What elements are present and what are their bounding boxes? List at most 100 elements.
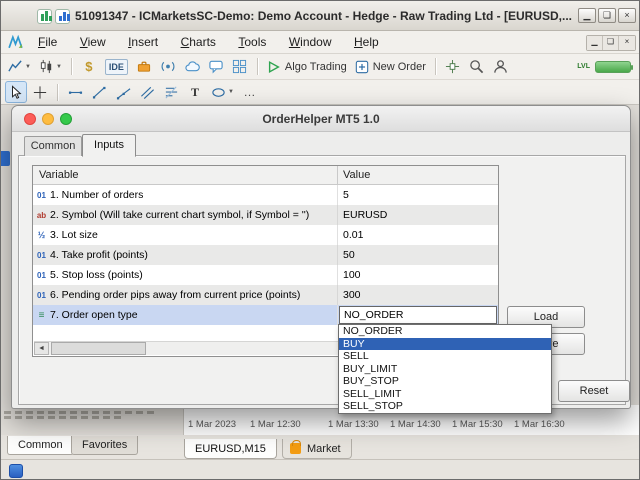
metaquotes-logo-icon — [8, 34, 23, 49]
algo-services-button[interactable] — [157, 56, 179, 78]
algo-trading-button[interactable]: Algo Trading — [264, 56, 350, 78]
menu-help[interactable]: Help — [345, 31, 388, 54]
variable-value[interactable]: 5 — [338, 189, 498, 201]
variable-value[interactable]: 50 — [338, 249, 498, 261]
new-chart-button[interactable]: ▼ — [5, 56, 34, 78]
menu-tools[interactable]: Tools — [229, 31, 275, 54]
fibonacci-icon — [165, 86, 177, 98]
deposit-button[interactable]: $ — [78, 56, 100, 78]
toolbar-separator — [57, 83, 58, 101]
variable-value[interactable]: EURUSD — [338, 209, 498, 221]
input-type-icon: ≡ — [38, 309, 45, 321]
tab-inputs[interactable]: Inputs — [82, 134, 136, 157]
scrollbar-thumb[interactable] — [51, 342, 146, 355]
tab-common[interactable]: Common — [24, 136, 82, 156]
fibonacci-tool-button[interactable] — [160, 81, 182, 103]
chevron-down-icon: ▼ — [25, 63, 31, 70]
new-order-label: New Order — [372, 60, 426, 73]
mdi-close-icon[interactable]: × — [619, 36, 635, 50]
clipped-text-remnant — [4, 411, 156, 414]
close-traffic-light-icon[interactable] — [24, 113, 36, 125]
column-header-value: Value — [343, 169, 371, 181]
text-tool-button[interactable]: T — [184, 81, 206, 103]
trendline-tool-button[interactable] — [88, 81, 110, 103]
toolbar-separator — [434, 58, 436, 75]
menu-bar: File View Insert Charts Tools Window Hel… — [1, 31, 639, 54]
time-axis-label: 1 Mar 15:30 — [452, 419, 503, 430]
dropdown-option-sell[interactable]: SELL — [339, 350, 551, 363]
table-row[interactable]: ½ 3. Lot size 0.01 — [33, 225, 498, 245]
table-row[interactable]: 01 1. Number of orders 5 — [33, 185, 498, 205]
cursor-tool-button[interactable] — [5, 81, 27, 103]
more-tools-button[interactable]: … — [239, 81, 261, 103]
chart-type-button[interactable]: ▼ — [36, 56, 65, 78]
menu-insert[interactable]: Insert — [119, 31, 167, 54]
toolbox-button[interactable] — [133, 56, 155, 78]
menu-view[interactable]: View — [71, 31, 115, 54]
ray-line-icon — [116, 87, 130, 99]
chat-button[interactable] — [205, 56, 227, 78]
dropdown-option-sell-limit[interactable]: SELL_LIMIT — [339, 388, 551, 401]
input-type-icon: 01 — [37, 270, 46, 280]
dropdown-option-buy-limit[interactable]: BUY_LIMIT — [339, 363, 551, 376]
plus-icon — [355, 60, 368, 73]
dropdown-option-buy-stop[interactable]: BUY_STOP — [339, 375, 551, 388]
ellipse-shape-icon — [212, 87, 225, 97]
mdi-minimize-icon[interactable]: ▁ — [587, 36, 603, 50]
shapes-tool-button[interactable]: ▼ — [208, 81, 237, 103]
close-icon[interactable]: × — [618, 8, 636, 23]
table-row[interactable]: 01 5. Stop loss (points) 100 — [33, 265, 498, 285]
table-row[interactable]: 01 4. Take profit (points) 50 — [33, 245, 498, 265]
tile-windows-button[interactable] — [229, 56, 251, 78]
chat-bubble-icon — [209, 60, 223, 74]
reset-button[interactable]: Reset — [558, 380, 630, 402]
restore-icon[interactable]: ❏ — [598, 8, 616, 23]
table-row[interactable]: 01 6. Pending order pips away from curre… — [33, 285, 498, 305]
chart-tab-eurusd-m15[interactable]: EURUSD,M15 — [184, 439, 277, 459]
table-row[interactable]: ab 2. Symbol (Will take current chart sy… — [33, 205, 498, 225]
order-type-dropdown: NO_ORDER BUY SELL BUY_LIMIT BUY_STOP SEL… — [338, 324, 552, 414]
channel-tool-button[interactable] — [136, 81, 158, 103]
ide-button[interactable]: IDE — [102, 56, 131, 78]
toolbox-tab-common[interactable]: Common — [7, 436, 74, 455]
dropdown-option-sell-stop[interactable]: SELL_STOP — [339, 400, 551, 413]
scroll-left-icon[interactable]: ◄ — [34, 342, 49, 355]
variable-value[interactable]: 100 — [338, 269, 498, 281]
market-tab[interactable]: Market — [282, 439, 352, 459]
crosshair-tool-button[interactable] — [29, 81, 51, 103]
menu-window[interactable]: Window — [280, 31, 341, 54]
clipped-text-remnant — [4, 416, 124, 419]
minimize-icon[interactable]: ▁ — [578, 8, 596, 23]
person-icon — [494, 60, 508, 73]
account-button[interactable] — [490, 56, 512, 78]
search-icon — [470, 60, 484, 74]
cloud-button[interactable] — [181, 56, 203, 78]
zoom-traffic-light-icon[interactable] — [60, 113, 72, 125]
mdi-restore-icon[interactable]: ❏ — [603, 36, 619, 50]
menu-charts[interactable]: Charts — [172, 31, 225, 54]
dialog-titlebar[interactable]: OrderHelper MT5 1.0 — [12, 106, 630, 132]
chevron-down-icon: ▼ — [55, 63, 62, 70]
dropdown-option-buy[interactable]: BUY — [339, 337, 551, 350]
dollar-icon: $ — [85, 59, 93, 74]
data-window-button[interactable] — [442, 56, 464, 78]
new-order-button[interactable]: New Order — [352, 56, 429, 78]
input-type-icon: ab — [36, 210, 47, 220]
horizontal-line-tool-button[interactable] — [64, 81, 86, 103]
variable-value[interactable]: 0.01 — [338, 229, 498, 241]
menu-file[interactable]: File — [29, 31, 66, 54]
panel-icon-sliver — [1, 151, 10, 166]
text-tool-icon: T — [190, 84, 199, 99]
candlestick-icon — [40, 59, 52, 74]
ray-tool-button[interactable] — [112, 81, 134, 103]
toolbox-tab-favorites[interactable]: Favorites — [71, 436, 139, 455]
play-icon — [268, 60, 280, 73]
search-button[interactable] — [466, 56, 488, 78]
dropdown-option-no-order[interactable]: NO_ORDER — [339, 325, 551, 338]
minimize-traffic-light-icon[interactable] — [42, 113, 54, 125]
input-type-icon: ½ — [37, 230, 46, 240]
order-open-type-input[interactable]: NO_ORDER — [339, 306, 497, 324]
table-row-selected[interactable]: ≡ 7. Order open type NO_ORDER — [33, 305, 498, 325]
variable-value[interactable]: 300 — [338, 289, 498, 301]
column-header-variable: Variable — [33, 166, 338, 184]
